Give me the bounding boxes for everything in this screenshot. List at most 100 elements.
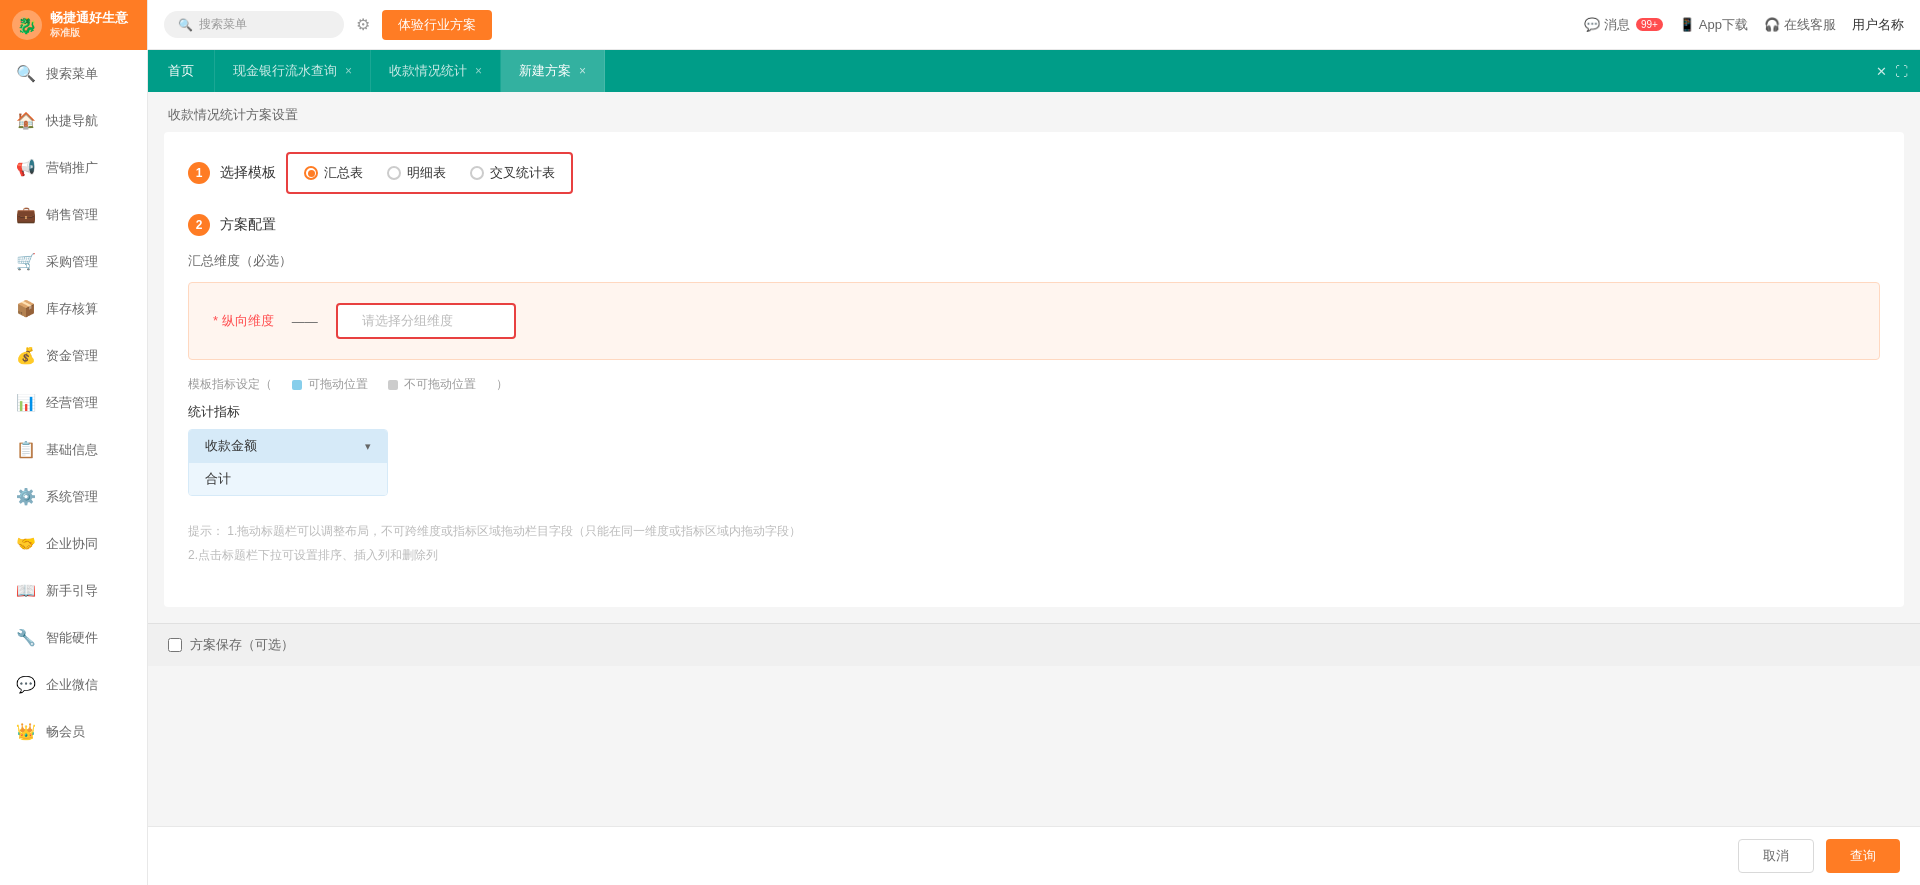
logo-name: 畅捷通好生意: [50, 10, 128, 26]
metrics-group-row: 统计指标: [188, 403, 1880, 421]
service-btn[interactable]: 🎧 在线客服: [1764, 16, 1836, 34]
dimension-area: * 纵向维度 —— 请选择分组维度: [188, 282, 1880, 360]
tip-line2: 2.点击标题栏下拉可设置排序、插入列和删除列: [188, 543, 1880, 567]
sidebar-item-purchase[interactable]: 🛒 采购管理: [0, 238, 147, 285]
sidebar-item-hardware[interactable]: 🔧 智能硬件: [0, 614, 147, 661]
radio-cross[interactable]: 交叉统计表: [470, 164, 555, 182]
logo-icon: 🐉: [12, 10, 42, 40]
dimension-select[interactable]: 请选择分组维度: [336, 303, 516, 339]
sidebar-label-hardware: 智能硬件: [46, 629, 98, 647]
sidebar-item-inventory[interactable]: 📦 库存核算: [0, 285, 147, 332]
save-plan-checkbox[interactable]: [168, 638, 182, 652]
template-radio-group: 汇总表 明细表 交叉统计表: [286, 152, 573, 194]
download-icon: 📱: [1679, 17, 1695, 32]
username[interactable]: 用户名称: [1852, 16, 1904, 34]
topbar-left: 🔍 搜索菜单 ⚙ 体验行业方案: [164, 10, 492, 40]
radio-summary-circle: [304, 166, 318, 180]
sidebar-item-sales[interactable]: 💼 销售管理: [0, 191, 147, 238]
menu-search[interactable]: 🔍 搜索菜单: [164, 11, 344, 38]
content: 收款情况统计方案设置 1 选择模板 汇总表 明细表: [148, 92, 1920, 826]
save-plan-label: 方案保存（可选）: [190, 636, 294, 654]
sidebar-item-operations[interactable]: 📊 经营管理: [0, 379, 147, 426]
download-label: App下载: [1699, 16, 1748, 34]
tab-receipt-close[interactable]: ×: [475, 64, 482, 78]
sidebar-label-finance: 资金管理: [46, 347, 98, 365]
cancel-button[interactable]: 取消: [1738, 839, 1814, 873]
notification-label: 消息: [1604, 16, 1630, 34]
non-draggable-label: 不可拖动位置: [404, 376, 476, 393]
search-placeholder: 搜索菜单: [199, 16, 247, 33]
notification-btn[interactable]: 💬 消息 99+: [1584, 16, 1663, 34]
sidebar-item-member[interactable]: 👑 畅会员: [0, 708, 147, 755]
tab-new-plan[interactable]: 新建方案 ×: [501, 50, 605, 92]
step2-title: 方案配置: [220, 216, 276, 234]
dimension-label: 汇总维度（必选）: [188, 252, 1880, 270]
sidebar-item-nav[interactable]: 🏠 快捷导航: [0, 97, 147, 144]
service-label: 在线客服: [1784, 16, 1836, 34]
sidebar-item-wechat[interactable]: 💬 企业微信: [0, 661, 147, 708]
step1-section: 1 选择模板 汇总表 明细表 交叉统计表: [188, 152, 1880, 194]
marketing-icon: 📢: [16, 158, 36, 177]
step1-title: 选择模板: [220, 164, 276, 182]
radio-detail-label: 明细表: [407, 164, 446, 182]
sidebar-label-inventory: 库存核算: [46, 300, 98, 318]
tab-new-plan-close[interactable]: ×: [579, 64, 586, 78]
radio-cross-circle: [470, 166, 484, 180]
close-all-icon[interactable]: ✕: [1876, 64, 1887, 79]
sidebar-label-search: 搜索菜单: [46, 65, 98, 83]
sidebar-item-finance[interactable]: 💰 资金管理: [0, 332, 147, 379]
metrics-group-label: 统计指标: [188, 404, 240, 419]
download-btn[interactable]: 📱 App下载: [1679, 16, 1748, 34]
sidebar-label-collab: 企业协同: [46, 535, 98, 553]
sidebar-item-system[interactable]: ⚙️ 系统管理: [0, 473, 147, 520]
sidebar-label-purchase: 采购管理: [46, 253, 98, 271]
sidebar-item-search[interactable]: 🔍 搜索菜单: [0, 50, 147, 97]
step2-header: 2 方案配置: [188, 214, 1880, 236]
tab-cashflow-close[interactable]: ×: [345, 64, 352, 78]
draggable-dot: [292, 380, 302, 390]
operations-icon: 📊: [16, 393, 36, 412]
query-button[interactable]: 查询: [1826, 839, 1900, 873]
sidebar-label-operations: 经营管理: [46, 394, 98, 412]
sidebar-label-basic: 基础信息: [46, 441, 98, 459]
page-header: 收款情况统计方案设置: [148, 92, 1920, 132]
sidebar-label-system: 系统管理: [46, 488, 98, 506]
sidebar: 🐉 畅捷通好生意 标准版 🔍 搜索菜单 🏠 快捷导航 📢 营销推广 💼 销售管理…: [0, 0, 148, 885]
logo: 🐉 畅捷通好生意 标准版: [0, 0, 147, 50]
sidebar-item-marketing[interactable]: 📢 营销推广: [0, 144, 147, 191]
non-draggable-legend: 不可拖动位置: [388, 376, 476, 393]
main-area: 🔍 搜索菜单 ⚙ 体验行业方案 💬 消息 99+ 📱 App下载 🎧 在线客服 …: [148, 0, 1920, 885]
sidebar-menu: 🔍 搜索菜单 🏠 快捷导航 📢 营销推广 💼 销售管理 🛒 采购管理 📦 库存核…: [0, 50, 147, 885]
system-icon: ⚙️: [16, 487, 36, 506]
maximize-icon[interactable]: ⛶: [1895, 64, 1908, 79]
sidebar-label-guide: 新手引导: [46, 582, 98, 600]
home-icon: 🏠: [16, 111, 36, 130]
sidebar-item-basic[interactable]: 📋 基础信息: [0, 426, 147, 473]
wechat-icon: 💬: [16, 675, 36, 694]
member-icon: 👑: [16, 722, 36, 741]
radio-detail[interactable]: 明细表: [387, 164, 446, 182]
metrics-header-row: 模板指标设定（ 可拖动位置 不可拖动位置 ）: [188, 376, 1880, 393]
sales-icon: 💼: [16, 205, 36, 224]
purchase-icon: 🛒: [16, 252, 36, 271]
metrics-section: 模板指标设定（ 可拖动位置 不可拖动位置 ） 统计指标: [188, 376, 1880, 499]
tip-line1: 提示： 1.拖动标题栏可以调整布局，不可跨维度或指标区域拖动栏目字段（只能在同一…: [188, 519, 1880, 543]
tab-receipt-label: 收款情况统计: [389, 62, 467, 80]
finance-icon: 💰: [16, 346, 36, 365]
metrics-table-header[interactable]: 收款金额 ▾: [189, 430, 387, 462]
tab-home[interactable]: 首页: [148, 50, 215, 92]
metrics-table-cell: 合计: [189, 462, 387, 495]
tab-receipt[interactable]: 收款情况统计 ×: [371, 50, 501, 92]
search-icon: 🔍: [16, 64, 36, 83]
industry-btn[interactable]: 体验行业方案: [382, 10, 492, 40]
radio-detail-circle: [387, 166, 401, 180]
sidebar-item-guide[interactable]: 📖 新手引导: [0, 567, 147, 614]
settings-icon[interactable]: ⚙: [352, 11, 374, 38]
tabbar: 首页 现金银行流水查询 × 收款情况统计 × 新建方案 × ✕ ⛶: [148, 50, 1920, 92]
radio-summary-label: 汇总表: [324, 164, 363, 182]
non-draggable-dot: [388, 380, 398, 390]
step2-section: 2 方案配置 汇总维度（必选） * 纵向维度 —— 请选择分组维度: [188, 214, 1880, 567]
radio-summary[interactable]: 汇总表: [304, 164, 363, 182]
sidebar-item-collab[interactable]: 🤝 企业协同: [0, 520, 147, 567]
tab-cashflow[interactable]: 现金银行流水查询 ×: [215, 50, 371, 92]
